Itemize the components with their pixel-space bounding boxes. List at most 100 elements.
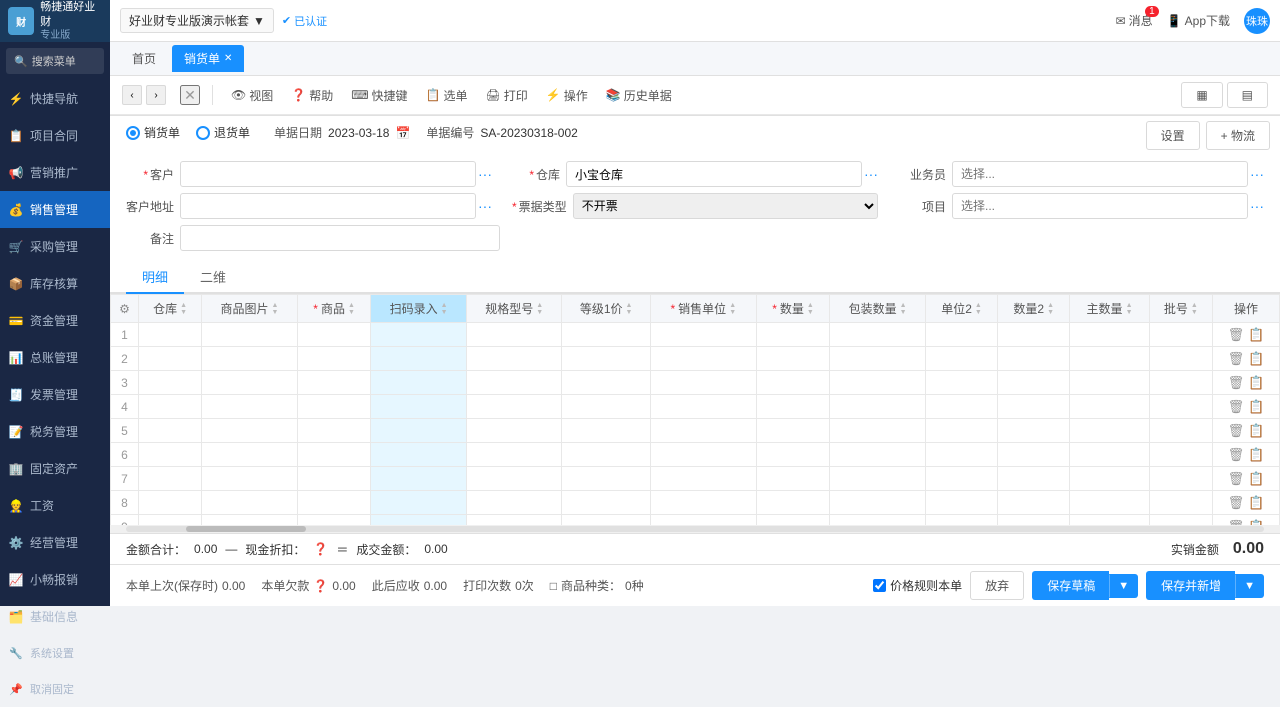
toolbar-close-button[interactable]: ✕: [180, 85, 200, 105]
sidebar-item-accounting[interactable]: 📊 总账管理: [0, 339, 110, 376]
delete-icon[interactable]: 🗑: [1228, 399, 1245, 415]
help-debt-icon[interactable]: ❓: [313, 579, 328, 593]
app-download-button[interactable]: 📱 App下载: [1167, 12, 1230, 29]
copy-icon[interactable]: 📋: [1248, 471, 1264, 487]
sidebar-item-quick-nav[interactable]: ⚡ 快捷导航: [0, 80, 110, 117]
tab-sales-order[interactable]: 销货单 ✕: [172, 45, 244, 72]
warehouse-label: 仓库: [512, 166, 560, 183]
calendar-icon[interactable]: 📅: [395, 126, 410, 140]
search-menu-button[interactable]: 🔍 搜索菜单: [6, 48, 104, 74]
tab-detail[interactable]: 明细: [126, 261, 184, 294]
price-rule-check[interactable]: 价格规则本单: [873, 577, 962, 594]
logistics-button[interactable]: + 物流: [1206, 121, 1270, 150]
price-rule-checkbox[interactable]: [873, 579, 886, 592]
delete-icon[interactable]: 🗑: [1228, 327, 1245, 343]
sidebar-search[interactable]: 🔍 搜索菜单: [0, 42, 110, 80]
copy-icon[interactable]: 📋: [1248, 327, 1264, 343]
warehouse-select-button[interactable]: ···: [864, 166, 878, 182]
history-icon: 📚: [606, 88, 621, 102]
customer-select-button[interactable]: ···: [478, 166, 492, 182]
payable-item: 此后应收 0.00: [372, 577, 447, 594]
sidebar-item-labor[interactable]: 👷 工资: [0, 487, 110, 524]
toolbar-layout-btn1[interactable]: ▦: [1181, 82, 1222, 108]
address-select-button[interactable]: ···: [478, 198, 492, 214]
salesperson-input[interactable]: [952, 161, 1248, 187]
th-goods: 商品▲▼: [297, 295, 371, 323]
help-circle-icon[interactable]: ❓: [313, 542, 328, 556]
project-select-button[interactable]: ···: [1250, 198, 1264, 214]
delete-icon[interactable]: 🗑: [1228, 471, 1245, 487]
amount-val: 0.00: [194, 542, 217, 556]
user-avatar[interactable]: 珠珠: [1244, 8, 1270, 34]
scrollbar-thumb[interactable]: [186, 526, 306, 532]
message-button[interactable]: ✉ 消息 1: [1116, 12, 1153, 29]
table-row: 3🗑📋: [111, 371, 1280, 395]
return-order-radio[interactable]: 退货单: [196, 124, 250, 141]
sidebar-item-invoice[interactable]: 🧾 发票管理: [0, 376, 110, 413]
toolbar-print-button[interactable]: 🖨 打印: [480, 84, 534, 107]
sidebar-item-base[interactable]: 🗂️ 基础信息: [0, 598, 110, 635]
delete-icon[interactable]: 🗑: [1228, 423, 1245, 439]
toolbar-shortcut-button[interactable]: ⌨ 快捷键: [345, 84, 413, 107]
sidebar-item-tax[interactable]: 📝 税务管理: [0, 413, 110, 450]
horizontal-scrollbar[interactable]: [110, 525, 1280, 533]
company-selector[interactable]: 好业财专业版演示帐套 ▼: [120, 8, 274, 33]
delete-icon[interactable]: 🗑: [1228, 351, 1245, 367]
tab-close-icon[interactable]: ✕: [224, 53, 232, 64]
nav-prev-button[interactable]: ‹: [122, 85, 142, 105]
th-settings[interactable]: ⚙: [111, 295, 139, 323]
table-scroll-area[interactable]: ⚙ 仓库▲▼ 商品图片▲▼ 商品▲▼: [110, 294, 1280, 525]
toolbar-view-button[interactable]: 👁 视图: [225, 84, 279, 107]
save-new-arrow-button[interactable]: ▼: [1235, 574, 1264, 598]
save-new-main-button[interactable]: 保存并新增: [1146, 571, 1235, 600]
copy-icon[interactable]: 📋: [1248, 399, 1264, 415]
sidebar-item-operation[interactable]: ⚙️ 经营管理: [0, 524, 110, 561]
sidebar-item-fixed[interactable]: 🏢 固定资产: [0, 450, 110, 487]
warehouse-input[interactable]: [566, 161, 862, 187]
customer-input-group: ···: [180, 161, 492, 187]
customer-input[interactable]: [180, 161, 476, 187]
copy-icon[interactable]: 📋: [1248, 495, 1264, 511]
address-input[interactable]: [180, 193, 476, 219]
equals-icon: ＝: [336, 541, 348, 558]
delete-icon[interactable]: 🗑: [1228, 447, 1245, 463]
sidebar-item-marketing[interactable]: 📢 营销推广: [0, 154, 110, 191]
save-draft-main-button[interactable]: 保存草稿: [1032, 571, 1109, 600]
settings-gear-icon[interactable]: ⚙: [119, 302, 130, 316]
doc-no-field: 单据编号 SA-20230318-002: [426, 124, 577, 141]
sidebar-item-report[interactable]: 📈 小畅报销: [0, 561, 110, 598]
sidebar-item-project[interactable]: 📋 项目合同: [0, 117, 110, 154]
copy-icon[interactable]: 📋: [1248, 447, 1264, 463]
sidebar-item-purchase[interactable]: 🛒 采购管理: [0, 228, 110, 265]
delete-icon[interactable]: 🗑: [1228, 495, 1245, 511]
sidebar-item-system[interactable]: 🔧 系统设置: [0, 635, 110, 671]
toolbar-layout-btn2[interactable]: ▤: [1227, 82, 1268, 108]
goods-type-checkbox[interactable]: □: [550, 579, 557, 593]
save-draft-arrow-button[interactable]: ▼: [1109, 574, 1138, 598]
project-input[interactable]: [952, 193, 1248, 219]
sale-order-radio[interactable]: 销货单: [126, 124, 180, 141]
cancel-button[interactable]: 放弃: [970, 571, 1024, 600]
note-input[interactable]: [180, 225, 500, 251]
toolbar-history-button[interactable]: 📚 历史单据: [600, 84, 678, 107]
copy-icon[interactable]: 📋: [1248, 375, 1264, 391]
table-row: 6🗑📋: [111, 443, 1280, 467]
toolbar-select-button[interactable]: 📋 选单: [420, 84, 474, 107]
nav-next-button[interactable]: ›: [146, 85, 166, 105]
sidebar-item-capital[interactable]: 💳 资金管理: [0, 302, 110, 339]
set-button[interactable]: 设置: [1146, 121, 1200, 150]
sidebar-item-cancel-pin[interactable]: 📌 取消固定: [0, 671, 110, 707]
copy-icon[interactable]: 📋: [1248, 423, 1264, 439]
invoice-select[interactable]: 不开票: [573, 193, 878, 219]
delete-icon[interactable]: 🗑: [1228, 375, 1245, 391]
tab-home[interactable]: 首页: [120, 45, 168, 72]
copy-icon[interactable]: 📋: [1248, 351, 1264, 367]
salesperson-select-button[interactable]: ···: [1250, 166, 1264, 182]
scrollbar-track: [126, 526, 1264, 532]
tab-2d[interactable]: 二维: [184, 261, 242, 294]
sidebar-item-stock[interactable]: 📦 库存核算: [0, 265, 110, 302]
select-icon: 📋: [426, 88, 441, 102]
toolbar-operate-button[interactable]: ⚡ 操作: [540, 84, 594, 107]
toolbar-help-button[interactable]: ❓ 帮助: [285, 84, 339, 107]
sidebar-item-sales[interactable]: 💰 销售管理: [0, 191, 110, 228]
